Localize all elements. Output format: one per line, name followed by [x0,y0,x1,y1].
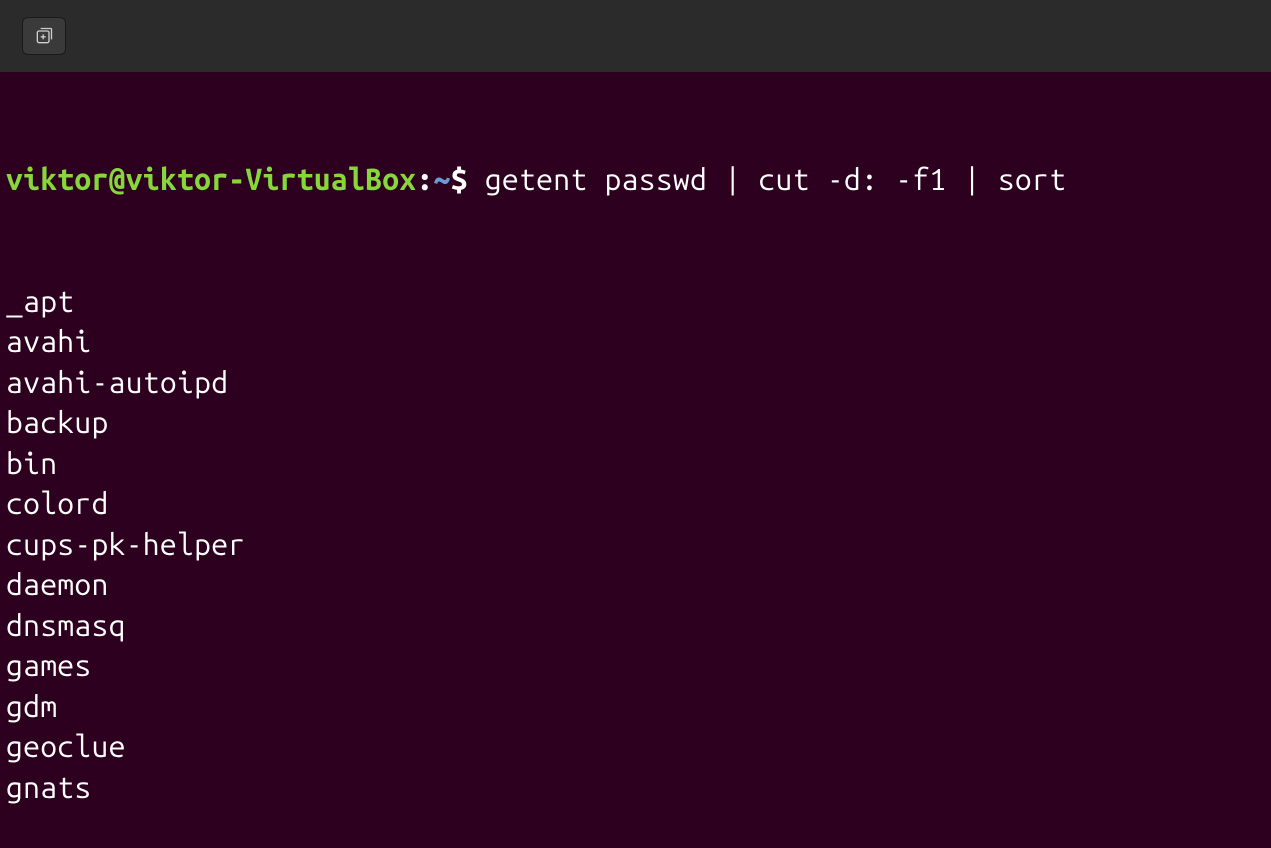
titlebar [0,0,1271,72]
output-line: dnsmasq [6,605,1265,646]
prompt-user: viktor@viktor-VirtualBox [6,162,416,196]
terminal-area[interactable]: viktor@viktor-VirtualBox:~$ getent passw… [0,72,1271,848]
output-line: _apt [6,281,1265,322]
output-line: gdm [6,686,1265,727]
new-tab-button[interactable] [22,17,66,55]
output-container: _aptavahiavahi-autoipdbackupbincolordcup… [6,281,1265,808]
new-tab-icon [34,26,54,46]
output-line: backup [6,402,1265,443]
output-line: bin [6,443,1265,484]
prompt-dollar: $ [451,162,468,196]
output-line: cups-pk-helper [6,524,1265,565]
output-line: games [6,645,1265,686]
output-line: avahi-autoipd [6,362,1265,403]
output-line: colord [6,483,1265,524]
output-line: avahi [6,321,1265,362]
prompt-path: ~ [434,162,451,196]
output-line: geoclue [6,726,1265,767]
prompt-line: viktor@viktor-VirtualBox:~$ getent passw… [6,159,1265,200]
output-line: daemon [6,564,1265,605]
output-line: gnats [6,767,1265,808]
prompt-colon: : [416,162,433,196]
command-text: getent passwd | cut -d: -f1 | sort [468,162,1067,196]
